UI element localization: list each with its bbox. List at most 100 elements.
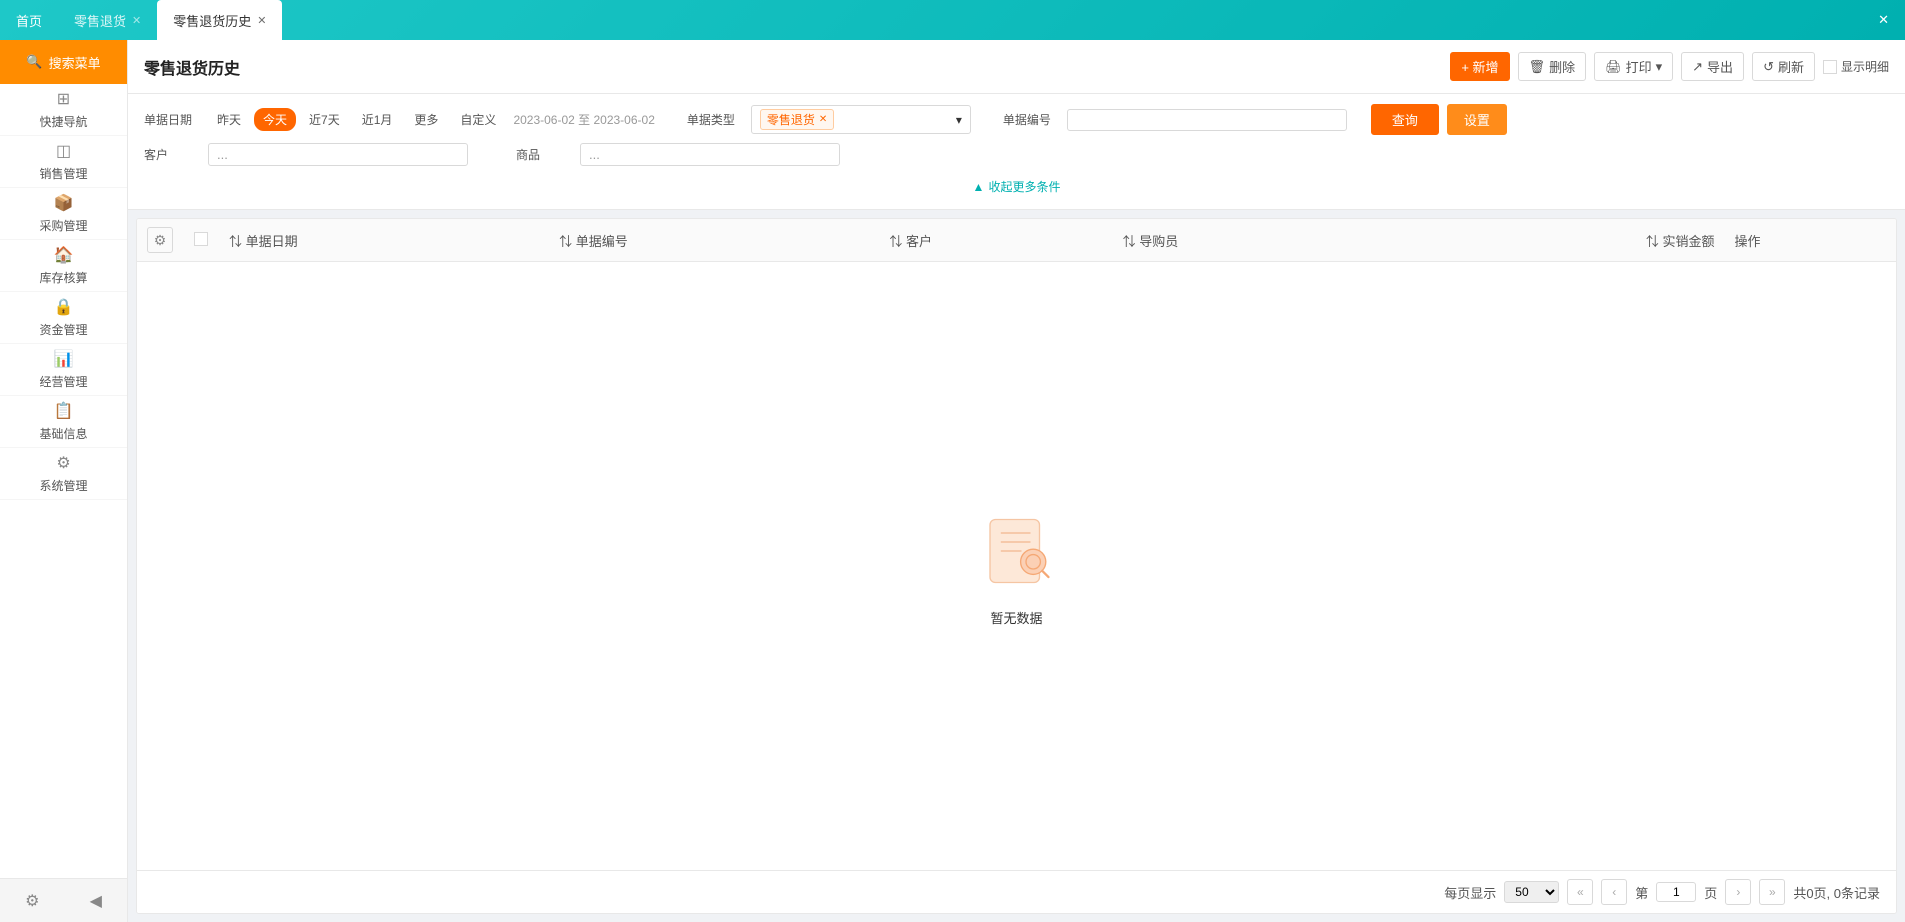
th-guide: ⇅ 导购员 xyxy=(1113,219,1395,262)
window-close-btn[interactable]: ✕ xyxy=(1878,12,1905,28)
query-button[interactable]: 查询 xyxy=(1371,104,1439,135)
sidebar-item-quick-nav-label: 快捷导航 xyxy=(39,113,87,130)
th-checkbox xyxy=(183,219,219,262)
print-button[interactable]: 🖨 打印 ▾ xyxy=(1594,52,1673,81)
date-btn-custom[interactable]: 自定义 xyxy=(451,108,505,131)
date-btn-yesterday[interactable]: 昨天 xyxy=(208,108,250,131)
export-button[interactable]: ↗ 导出 xyxy=(1681,52,1744,81)
th-date: ⇅ 单据日期 xyxy=(219,219,549,262)
refresh-label: 刷新 xyxy=(1778,57,1804,76)
refresh-button[interactable]: ↺ 刷新 xyxy=(1752,52,1815,81)
page-title: 零售退货历史 xyxy=(144,55,240,91)
th-date-label: ⇅ 单据日期 xyxy=(229,234,298,249)
quick-nav-icon: ⊞ xyxy=(57,89,70,109)
sidebar: 🔍 搜索菜单 ⊞ 快捷导航 ◫ 销售管理 📦 采购管理 🏠 库存核算 🔒 xyxy=(0,40,128,922)
date-btn-group: 昨天 今天 近7天 近1月 更多 自定义 xyxy=(208,108,505,131)
th-number-label: ⇅ 单据编号 xyxy=(559,234,628,249)
date-btn-7days[interactable]: 近7天 xyxy=(300,108,349,131)
th-number: ⇅ 单据编号 xyxy=(549,219,879,262)
sidebar-bottom: ⚙ ◀ xyxy=(0,878,127,922)
tab-retail-return-close[interactable]: ✕ xyxy=(132,14,141,27)
sidebar-item-purchase-mgmt[interactable]: 📦 采购管理 xyxy=(0,188,127,240)
delete-button[interactable]: 🗑 删除 xyxy=(1518,52,1587,81)
add-button[interactable]: + 新增 xyxy=(1450,52,1509,81)
layout: 🔍 搜索菜单 ⊞ 快捷导航 ◫ 销售管理 📦 采购管理 🏠 库存核算 🔒 xyxy=(0,40,1905,922)
sidebar-item-operations[interactable]: 📊 经营管理 xyxy=(0,344,127,396)
settings-filter-button[interactable]: 设置 xyxy=(1447,104,1507,135)
date-range-display: 2023-06-02 至 2023-06-02 xyxy=(513,111,654,128)
show-detail-checkbox[interactable] xyxy=(1823,60,1837,74)
sidebar-search[interactable]: 🔍 搜索菜单 xyxy=(0,40,127,84)
select-all-checkbox[interactable] xyxy=(194,232,208,246)
type-filter-label: 单据类型 xyxy=(687,111,743,128)
column-settings-btn[interactable]: ⚙ xyxy=(147,227,173,253)
empty-text: 暂无数据 xyxy=(990,608,1042,627)
top-bar: 首页 零售退货 ✕ 零售退货历史 ✕ ✕ xyxy=(0,0,1905,40)
th-actions-label: 操作 xyxy=(1735,234,1761,249)
operations-icon: 📊 xyxy=(54,349,74,369)
th-customer: ⇅ 客户 xyxy=(879,219,1112,262)
th-guide-label: ⇅ 导购员 xyxy=(1123,234,1179,249)
sidebar-item-sales-label: 销售管理 xyxy=(39,165,87,182)
main-content: 零售退货历史 + 新增 🗑 删除 🖨 打印 ▾ ↗ 导出 ↺ xyxy=(128,40,1905,922)
next-page-btn[interactable]: › xyxy=(1725,879,1751,905)
th-customer-label: ⇅ 客户 xyxy=(889,234,932,249)
collapse-btn[interactable]: ▲ 收起更多条件 xyxy=(961,174,1073,199)
tab-retail-return-history[interactable]: 零售退货历史 ✕ xyxy=(157,0,282,40)
sidebar-item-capital[interactable]: 🔒 资金管理 xyxy=(0,292,127,344)
per-page-label: 每页显示 xyxy=(1444,883,1496,902)
tab-retail-return[interactable]: 零售退货 ✕ xyxy=(58,0,157,40)
purchase-icon: 📦 xyxy=(54,193,74,213)
main-table: ⚙ ⇅ 单据日期 ⇅ 单据编号 xyxy=(137,219,1896,262)
sidebar-item-inventory[interactable]: 🏠 库存核算 xyxy=(0,240,127,292)
tab-retail-return-history-close[interactable]: ✕ xyxy=(257,14,266,27)
number-input[interactable] xyxy=(1067,109,1347,131)
tab-home-label: 首页 xyxy=(16,11,42,30)
sidebar-item-inventory-label: 库存核算 xyxy=(39,269,87,286)
first-page-btn[interactable]: « xyxy=(1567,879,1593,905)
th-amount-label: ⇅ 实销金额 xyxy=(1646,234,1715,249)
print-icon: 🖨 xyxy=(1605,59,1622,75)
delete-label: 删除 xyxy=(1549,57,1575,76)
empty-icon xyxy=(972,506,1062,596)
filter-area: 单据日期 昨天 今天 近7天 近1月 更多 自定义 2023-06-02 至 2… xyxy=(128,94,1905,210)
date-btn-today[interactable]: 今天 xyxy=(254,108,296,131)
page-number-input[interactable] xyxy=(1656,882,1696,902)
system-mgmt-icon: ⚙ xyxy=(56,453,70,473)
last-page-btn[interactable]: » xyxy=(1759,879,1785,905)
sidebar-settings-btn[interactable]: ⚙ xyxy=(25,891,39,911)
sidebar-item-sales-mgmt[interactable]: ◫ 销售管理 xyxy=(0,136,127,188)
goods-select[interactable]: ... xyxy=(580,143,840,166)
search-icon: 🔍 xyxy=(26,54,42,70)
empty-state: 暂无数据 xyxy=(137,262,1896,870)
export-icon: ↗ xyxy=(1692,59,1703,75)
date-filter-label: 单据日期 xyxy=(144,111,200,128)
sidebar-collapse-btn[interactable]: ◀ xyxy=(90,891,102,911)
number-filter-label: 单据编号 xyxy=(1003,111,1059,128)
th-actions: 操作 xyxy=(1725,219,1896,262)
customer-select[interactable]: ... xyxy=(208,143,468,166)
sales-mgmt-icon: ◫ xyxy=(56,141,71,161)
per-page-select[interactable]: 50 100 200 xyxy=(1504,881,1559,903)
capital-icon: 🔒 xyxy=(54,297,74,317)
sidebar-item-purchase-label: 采购管理 xyxy=(39,217,87,234)
tab-home[interactable]: 首页 xyxy=(0,0,58,40)
show-detail-container: 显示明细 xyxy=(1823,58,1889,75)
basic-info-icon: 📋 xyxy=(54,401,74,421)
tab-list: 首页 零售退货 ✕ 零售退货历史 ✕ xyxy=(0,0,1878,40)
date-btn-more[interactable]: 更多 xyxy=(405,108,447,131)
sidebar-item-capital-label: 资金管理 xyxy=(39,321,87,338)
type-tag: 零售退货 ✕ xyxy=(760,109,834,130)
sidebar-item-system-mgmt[interactable]: ⚙ 系统管理 xyxy=(0,448,127,500)
sidebar-search-label: 搜索菜单 xyxy=(49,53,101,72)
date-btn-1month[interactable]: 近1月 xyxy=(353,108,402,131)
prev-page-btn[interactable]: ‹ xyxy=(1601,879,1627,905)
delete-icon: 🗑 xyxy=(1529,59,1546,75)
sidebar-item-quick-nav[interactable]: ⊞ 快捷导航 xyxy=(0,84,127,136)
customer-filter-label: 客户 xyxy=(144,146,200,163)
sidebar-item-basic-info[interactable]: 📋 基础信息 xyxy=(0,396,127,448)
goods-filter-label: 商品 xyxy=(516,146,572,163)
type-tag-close[interactable]: ✕ xyxy=(819,114,827,125)
th-amount: ⇅ 实销金额 xyxy=(1394,219,1724,262)
type-select[interactable]: 零售退货 ✕ ▾ xyxy=(751,105,971,134)
